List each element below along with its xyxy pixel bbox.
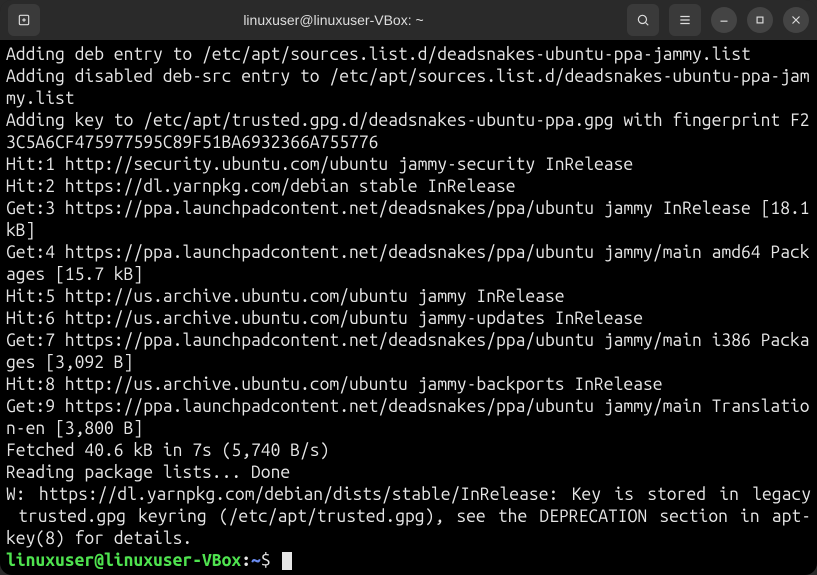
output-line: Hit:8 http://us.archive.ubuntu.com/ubunt… (6, 375, 663, 394)
maximize-button[interactable] (747, 7, 773, 33)
titlebar: linuxuser@linuxuser-VBox: ~ (0, 0, 817, 40)
minimize-button[interactable] (711, 7, 737, 33)
output-line: Hit:6 http://us.archive.ubuntu.com/ubunt… (6, 309, 643, 328)
menu-button[interactable] (669, 4, 701, 36)
search-button[interactable] (627, 4, 659, 36)
output-line: Fetched 40.6 kB in 7s (5,740 B/s) (6, 441, 329, 460)
output-line: Reading package lists... Done (6, 463, 290, 482)
prompt-user: linuxuser@linuxuser-VBox (6, 551, 241, 570)
warning-line: trusted.gpg keyring (/etc/apt/trusted.gp… (6, 506, 811, 528)
window-title: linuxuser@linuxuser-VBox: ~ (46, 12, 621, 28)
new-tab-button[interactable] (8, 4, 40, 36)
terminal-output[interactable]: Adding deb entry to /etc/apt/sources.lis… (0, 40, 817, 575)
prompt-path: ~ (251, 551, 261, 570)
output-line: Adding key to /etc/apt/trusted.gpg.d/dea… (6, 111, 810, 152)
output-line: Get:7 https://ppa.launchpadcontent.net/d… (6, 331, 810, 372)
cursor (282, 552, 292, 570)
output-line: Get:9 https://ppa.launchpadcontent.net/d… (6, 397, 810, 438)
prompt-colon: : (241, 551, 251, 570)
warning-line: W: https://dl.yarnpkg.com/debian/dists/s… (6, 484, 811, 506)
warning-line: key(8) for details. (6, 529, 192, 548)
output-line: Hit:1 http://security.ubuntu.com/ubuntu … (6, 155, 633, 174)
output-line: Adding disabled deb-src entry to /etc/ap… (6, 67, 810, 108)
terminal-window: linuxuser@linuxuser-VBox: ~ Adding deb e… (0, 0, 817, 575)
prompt-dollar: $ (261, 551, 271, 570)
output-line: Hit:2 https://dl.yarnpkg.com/debian stab… (6, 177, 516, 196)
output-line: Adding deb entry to /etc/apt/sources.lis… (6, 45, 751, 64)
output-line: Hit:5 http://us.archive.ubuntu.com/ubunt… (6, 287, 565, 306)
output-line: Get:4 https://ppa.launchpadcontent.net/d… (6, 243, 810, 284)
close-button[interactable] (783, 7, 809, 33)
output-line: Get:3 https://ppa.launchpadcontent.net/d… (6, 199, 817, 240)
